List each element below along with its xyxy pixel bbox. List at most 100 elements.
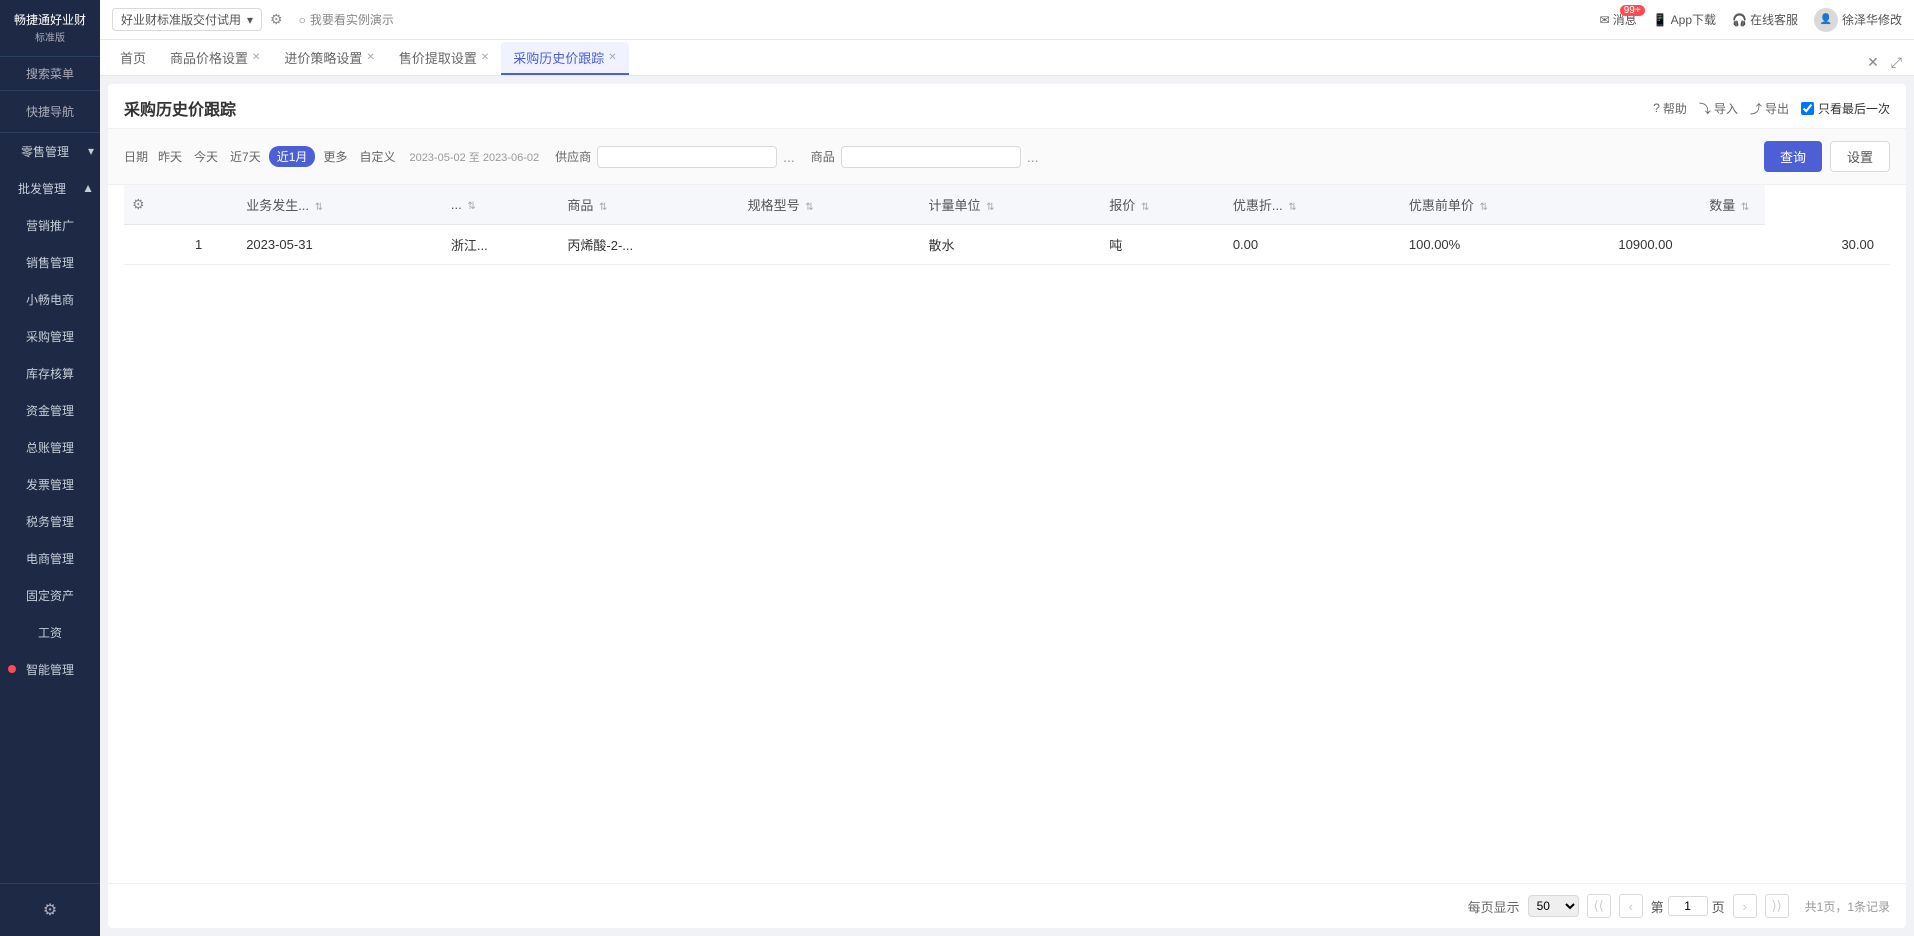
col-discount-price[interactable]: 优惠前单价 ⇅ — [1401, 185, 1611, 225]
sidebar-item-ledger[interactable]: 总账管理 — [0, 429, 100, 466]
topbar-right: ✉ 消息 99+ 📱 App下载 🎧 在线客服 👤 徐泽华修改 — [1600, 8, 1902, 32]
column-settings-icon[interactable]: ⚙ — [132, 196, 145, 212]
product-selector[interactable]: 好业财标准版交付试用 ▾ — [112, 8, 262, 31]
col-quantity[interactable]: 数量 ⇅ — [1610, 185, 1765, 225]
table-area: ⚙ 业务发生... ⇅ ... ⇅ 商品 ⇅ — [108, 185, 1906, 883]
sidebar-item-payroll[interactable]: 工资 — [0, 614, 100, 651]
app-download-button[interactable]: 📱 App下载 — [1653, 11, 1716, 28]
sidebar-item-marketing[interactable]: 营销推广 — [0, 207, 100, 244]
sidebar-quick-nav[interactable]: 快捷导航 — [0, 91, 100, 133]
tab-extract-label: 售价提取设置 — [399, 48, 477, 67]
query-button[interactable]: 查询 — [1764, 141, 1822, 172]
page-actions: ? 帮助 ⤵ 导入 ⤴ 导出 只看最后一次 — [1653, 100, 1890, 117]
export-button[interactable]: ⤴ 导出 — [1750, 100, 1789, 117]
phone-icon: 📱 — [1653, 13, 1668, 27]
product-label: 商品 — [811, 148, 835, 165]
import-button[interactable]: ⤵ 导入 — [1699, 100, 1738, 117]
sort-date-icon: ⇅ — [315, 202, 323, 213]
help-button[interactable]: ? 帮助 — [1653, 100, 1687, 117]
demo-text: 我要看实例演示 — [310, 11, 394, 28]
product-input[interactable] — [841, 146, 1021, 168]
sidebar-item-inventory[interactable]: 库存核算 — [0, 355, 100, 392]
settings-icon[interactable]: ⚙ — [270, 11, 283, 28]
tab-price-close[interactable]: ✕ — [252, 52, 260, 63]
tab-strategy-label: 进价策略设置 — [284, 48, 362, 67]
sidebar: 畅捷通好业财 标准版 搜索菜单 快捷导航 零售管理 ▾ 批发管理 ▲ 营销推广 … — [0, 0, 100, 936]
only-last-checkbox[interactable] — [1801, 102, 1814, 115]
page-label: 第 — [1651, 897, 1664, 916]
sidebar-item-finance[interactable]: 资金管理 — [0, 392, 100, 429]
col-spec[interactable]: 规格型号 ⇅ — [740, 185, 921, 225]
sidebar-item-ecommerce-small[interactable]: 小畅电商 — [0, 281, 100, 318]
cell-discount-pct: 100.00% — [1401, 225, 1611, 265]
tab-extract-close[interactable]: ✕ — [481, 52, 489, 63]
sort-spec-icon: ⇅ — [805, 202, 813, 213]
sidebar-item-purchase[interactable]: 采购管理 — [0, 318, 100, 355]
messages-button[interactable]: ✉ 消息 99+ — [1600, 11, 1637, 28]
sidebar-item-tax[interactable]: 税务管理 — [0, 503, 100, 540]
selector-text: 好业财标准版交付试用 — [121, 11, 241, 28]
sidebar-item-assets[interactable]: 固定资产 — [0, 577, 100, 614]
col-seq — [187, 185, 238, 225]
next-page-button[interactable]: › — [1733, 894, 1757, 918]
demo-link[interactable]: ○ 我要看实例演示 — [299, 11, 394, 28]
supplier-input[interactable] — [597, 146, 777, 168]
settings-button[interactable]: 设置 — [1830, 141, 1890, 172]
first-page-button[interactable]: ⟨⟨ — [1587, 894, 1611, 918]
date-btn-today[interactable]: 今天 — [190, 146, 222, 167]
sidebar-item-invoice[interactable]: 发票管理 — [0, 466, 100, 503]
supplier-more-icon[interactable]: ... — [783, 149, 795, 165]
date-btn-more[interactable]: 更多 — [319, 146, 351, 167]
col-discount-pct[interactable]: 优惠折... ⇅ — [1225, 185, 1401, 225]
tab-home[interactable]: 首页 — [108, 42, 158, 75]
date-btn-7days[interactable]: 近7天 — [226, 146, 265, 167]
sidebar-item-ecommerce[interactable]: 电商管理 — [0, 540, 100, 577]
tab-strategy-close[interactable]: ✕ — [366, 52, 374, 63]
customer-service-button[interactable]: 🎧 在线客服 — [1732, 11, 1798, 28]
sidebar-item-sales[interactable]: 销售管理 — [0, 244, 100, 281]
tab-purchase-history-close[interactable]: ✕ — [608, 52, 616, 63]
cell-extra: 浙江... — [443, 225, 560, 265]
product-more-icon[interactable]: ... — [1027, 149, 1039, 165]
table-row: 1 2023-05-31 浙江... 丙烯酸-2-... 散水 吨 0.00 1… — [124, 225, 1890, 265]
per-page-select[interactable]: 50 10 20 100 — [1528, 895, 1579, 917]
prev-page-button[interactable]: ‹ — [1619, 894, 1643, 918]
user-menu[interactable]: 👤 徐泽华修改 — [1814, 8, 1902, 32]
date-btn-custom[interactable]: 自定义 — [355, 146, 399, 167]
sort-discount-price-icon: ⇅ — [1480, 202, 1488, 213]
total-info: 共1页，1条记录 — [1805, 898, 1890, 915]
sidebar-item-smart[interactable]: 智能管理 — [0, 651, 100, 688]
col-date[interactable]: 业务发生... ⇅ — [238, 185, 443, 225]
sidebar-item-wholesale[interactable]: 批发管理 ▲ — [0, 170, 100, 207]
tab-close-window[interactable]: ✕ — [1863, 50, 1883, 75]
page-content: 采购历史价跟踪 ? 帮助 ⤵ 导入 ⤴ 导出 只看最后一次 — [108, 84, 1906, 928]
cell-date: 2023-05-31 — [238, 225, 443, 265]
app-edition: 标准版 — [8, 29, 92, 44]
page-header: 采购历史价跟踪 ? 帮助 ⤵ 导入 ⤴ 导出 只看最后一次 — [108, 84, 1906, 129]
only-last-checkbox-group: 只看最后一次 — [1801, 100, 1890, 117]
tab-extract[interactable]: 售价提取设置 ✕ — [387, 42, 501, 75]
username: 徐泽华修改 — [1842, 11, 1902, 28]
tab-price[interactable]: 商品价格设置 ✕ — [158, 42, 272, 75]
messages-badge: 99+ — [1620, 5, 1645, 16]
sidebar-gear-icon[interactable]: ⚙ — [0, 892, 100, 928]
tab-strategy[interactable]: 进价策略设置 ✕ — [272, 42, 386, 75]
tab-purchase-history[interactable]: 采购历史价跟踪 ✕ — [501, 42, 628, 75]
col-price[interactable]: 报价 ⇅ — [1101, 185, 1225, 225]
date-btn-1month[interactable]: 近1月 — [269, 146, 316, 167]
date-btn-yesterday[interactable]: 昨天 — [154, 146, 186, 167]
message-icon: ✉ — [1600, 13, 1610, 27]
col-product[interactable]: 商品 ⇅ — [559, 185, 739, 225]
topbar: 好业财标准版交付试用 ▾ ⚙ ○ 我要看实例演示 ✉ 消息 99+ 📱 App下… — [100, 0, 1914, 40]
last-page-button[interactable]: ⟩⟩ — [1765, 894, 1789, 918]
col-unit[interactable]: 计量单位 ⇅ — [920, 185, 1101, 225]
date-filter: 日期 昨天 今天 近7天 近1月 更多 自定义 2023-05-02 至 202… — [124, 146, 539, 167]
sort-price-icon: ⇅ — [1141, 202, 1149, 213]
page-input[interactable] — [1668, 896, 1708, 916]
sidebar-item-search[interactable]: 搜索菜单 — [0, 57, 100, 91]
col-extra[interactable]: ... ⇅ — [443, 185, 560, 225]
sidebar-item-retail[interactable]: 零售管理 ▾ — [0, 133, 100, 170]
col-discount-pct-label: 优惠折... — [1233, 198, 1283, 213]
tab-maximize[interactable]: ⤢ — [1887, 50, 1906, 75]
page-indicator: 第 页 — [1651, 896, 1725, 916]
